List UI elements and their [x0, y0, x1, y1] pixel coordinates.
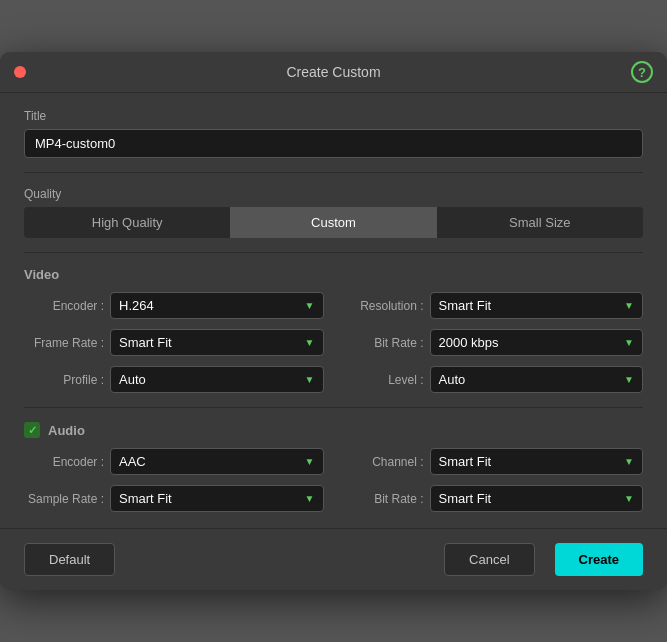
audio-encoder-label: Encoder : [24, 455, 104, 469]
video-bitrate-dropdown[interactable]: 2000 kbps ▼ [430, 329, 644, 356]
encoder-field: Encoder : H.264 ▼ [24, 292, 324, 319]
footer: Default Cancel Create [0, 528, 667, 590]
video-fields: Encoder : H.264 ▼ Resolution : Smart Fit… [24, 292, 643, 393]
quality-small-btn[interactable]: Small Size [437, 207, 643, 238]
divider-3 [24, 407, 643, 408]
samplerate-arrow: ▼ [305, 493, 315, 504]
framerate-arrow: ▼ [305, 337, 315, 348]
traffic-lights [14, 66, 26, 78]
title-label: Title [24, 109, 643, 123]
footer-right: Cancel Create [444, 543, 643, 576]
audio-header: ✓ Audio [24, 422, 643, 438]
samplerate-field: Sample Rate : Smart Fit ▼ [24, 485, 324, 512]
quality-high-btn[interactable]: High Quality [24, 207, 230, 238]
help-icon[interactable]: ? [631, 61, 653, 83]
audio-section-header: Audio [48, 423, 85, 438]
title-input[interactable] [24, 129, 643, 158]
audio-fields: Encoder : AAC ▼ Channel : Smart Fit ▼ Sa… [24, 448, 643, 512]
divider-1 [24, 172, 643, 173]
audio-encoder-dropdown[interactable]: AAC ▼ [110, 448, 324, 475]
titlebar: Create Custom ? [0, 52, 667, 93]
quality-buttons: High Quality Custom Small Size [24, 207, 643, 238]
profile-field: Profile : Auto ▼ [24, 366, 324, 393]
resolution-label: Resolution : [344, 299, 424, 313]
encoder-dropdown[interactable]: H.264 ▼ [110, 292, 324, 319]
video-bitrate-label: Bit Rate : [344, 336, 424, 350]
level-dropdown[interactable]: Auto ▼ [430, 366, 644, 393]
audio-checkbox[interactable]: ✓ [24, 422, 40, 438]
channel-label: Channel : [344, 455, 424, 469]
samplerate-dropdown[interactable]: Smart Fit ▼ [110, 485, 324, 512]
profile-label: Profile : [24, 373, 104, 387]
audio-bitrate-arrow: ▼ [624, 493, 634, 504]
profile-dropdown[interactable]: Auto ▼ [110, 366, 324, 393]
audio-encoder-arrow: ▼ [305, 456, 315, 467]
audio-bitrate-dropdown[interactable]: Smart Fit ▼ [430, 485, 644, 512]
profile-arrow: ▼ [305, 374, 315, 385]
video-bitrate-field: Bit Rate : 2000 kbps ▼ [344, 329, 644, 356]
channel-dropdown[interactable]: Smart Fit ▼ [430, 448, 644, 475]
content-area: Title Quality High Quality Custom Small … [0, 93, 667, 528]
divider-2 [24, 252, 643, 253]
create-custom-dialog: Create Custom ? Title Quality High Quali… [0, 52, 667, 590]
close-button[interactable] [14, 66, 26, 78]
video-bitrate-arrow: ▼ [624, 337, 634, 348]
cancel-button[interactable]: Cancel [444, 543, 534, 576]
framerate-label: Frame Rate : [24, 336, 104, 350]
audio-bitrate-field: Bit Rate : Smart Fit ▼ [344, 485, 644, 512]
checkmark-icon: ✓ [28, 424, 37, 437]
encoder-arrow: ▼ [305, 300, 315, 311]
video-section-header: Video [24, 267, 643, 282]
level-arrow: ▼ [624, 374, 634, 385]
default-button[interactable]: Default [24, 543, 115, 576]
quality-label: Quality [24, 187, 643, 201]
create-button[interactable]: Create [555, 543, 643, 576]
quality-custom-btn[interactable]: Custom [230, 207, 436, 238]
framerate-dropdown[interactable]: Smart Fit ▼ [110, 329, 324, 356]
encoder-label: Encoder : [24, 299, 104, 313]
channel-arrow: ▼ [624, 456, 634, 467]
level-label: Level : [344, 373, 424, 387]
channel-field: Channel : Smart Fit ▼ [344, 448, 644, 475]
resolution-arrow: ▼ [624, 300, 634, 311]
resolution-dropdown[interactable]: Smart Fit ▼ [430, 292, 644, 319]
framerate-field: Frame Rate : Smart Fit ▼ [24, 329, 324, 356]
dialog-title: Create Custom [286, 64, 380, 80]
resolution-field: Resolution : Smart Fit ▼ [344, 292, 644, 319]
samplerate-label: Sample Rate : [24, 492, 104, 506]
level-field: Level : Auto ▼ [344, 366, 644, 393]
audio-encoder-field: Encoder : AAC ▼ [24, 448, 324, 475]
audio-bitrate-label: Bit Rate : [344, 492, 424, 506]
